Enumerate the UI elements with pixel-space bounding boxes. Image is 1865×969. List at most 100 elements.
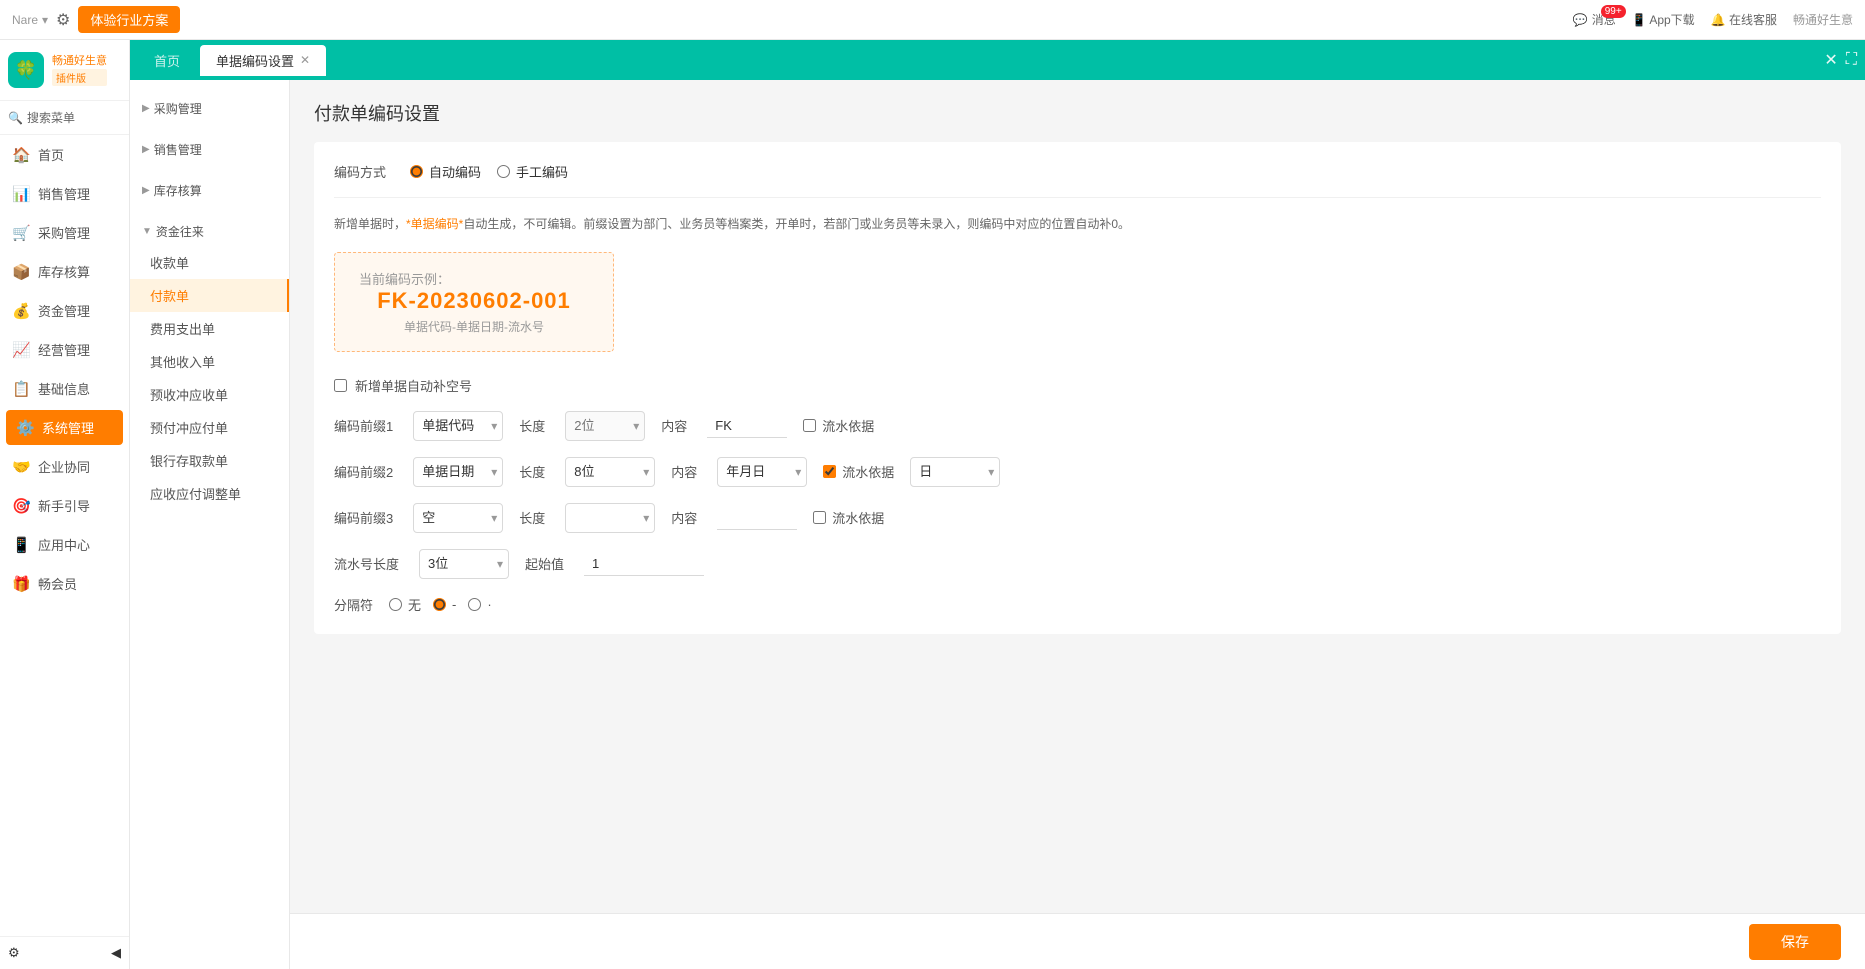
len2-label: 长度 xyxy=(519,462,545,481)
member-icon: 🎁 xyxy=(12,575,30,593)
len1-select-wrapper xyxy=(565,411,645,441)
sidebar-label-sales: 销售管理 xyxy=(38,184,90,203)
sep-dot-label: · xyxy=(487,597,491,612)
online-service-button[interactable]: 🔔 在线客服 xyxy=(1711,11,1777,28)
serial2-unit-wrapper: 日 月 年 xyxy=(910,457,1000,487)
sidebar: 🍀 畅通好生意 插件版 🔍 搜索菜单 🏠 首页 📊 销售管理 🛒 采购管理 xyxy=(0,40,130,969)
settings-icon[interactable]: ⚙ xyxy=(8,945,20,961)
prefix3-row: 编码前缀3 空 单据代码 单据日期 长度 xyxy=(334,503,1821,533)
serial3-checkbox[interactable]: 流水依据 xyxy=(813,508,884,527)
sidebar-label-guide: 新手引导 xyxy=(38,496,90,515)
len3-select[interactable] xyxy=(565,503,655,533)
sep-none-input[interactable] xyxy=(389,598,402,611)
group-purchase-title[interactable]: ▶ 采购管理 xyxy=(130,94,289,123)
sidebar-item-system[interactable]: ⚙️ 系统管理 xyxy=(6,410,123,445)
sep-dash-radio[interactable]: - xyxy=(433,597,456,612)
prefix2-select[interactable]: 单据日期 单据代码 空 xyxy=(413,457,503,487)
sec-item-receipt[interactable]: 收款单 xyxy=(130,246,289,279)
encode-method-row: 编码方式 自动编码 手工编码 xyxy=(334,162,1821,198)
group-sales-label: 销售管理 xyxy=(154,141,202,158)
operations-icon: 📈 xyxy=(12,341,30,359)
serial2-label: 流水依据 xyxy=(842,462,894,481)
sidebar-item-operations[interactable]: 📈 经营管理 xyxy=(0,330,129,369)
tab-encode-settings[interactable]: 单据编码设置 ✕ xyxy=(200,45,326,76)
sidebar-label-purchase: 采购管理 xyxy=(38,223,90,242)
app-download-button[interactable]: 📱 App下载 xyxy=(1632,11,1695,28)
sep-dash-input[interactable] xyxy=(433,598,446,611)
group-inventory-title[interactable]: ▶ 库存核算 xyxy=(130,176,289,205)
minimize-icon[interactable]: ✕ xyxy=(1824,50,1837,70)
sidebar-item-member[interactable]: 🎁 畅会员 xyxy=(0,564,129,603)
top-bar-left: Nare ▾ ⚙ 体验行业方案 xyxy=(12,6,180,33)
tab-encode-label: 单据编码设置 xyxy=(216,51,294,70)
company-selector[interactable]: Nare ▾ xyxy=(12,13,48,27)
sec-item-expense[interactable]: 费用支出单 xyxy=(130,312,289,345)
serial2-checkbox-input[interactable] xyxy=(823,465,836,478)
sidebar-label-finance: 资金管理 xyxy=(38,301,90,320)
sidebar-item-base-info[interactable]: 📋 基础信息 xyxy=(0,369,129,408)
tab-close-icon[interactable]: ✕ xyxy=(300,53,310,67)
sidebar-item-finance[interactable]: 💰 资金管理 xyxy=(0,291,129,330)
sep-none-radio[interactable]: 无 xyxy=(389,595,421,614)
home-icon: 🏠 xyxy=(12,146,30,164)
message-badge: 99+ xyxy=(1601,5,1626,18)
second-sidebar: ▶ 采购管理 ▶ 销售管理 ▶ 库存核算 xyxy=(130,80,290,969)
len2-select[interactable]: 8位 6位 xyxy=(565,457,655,487)
trial-button[interactable]: 体验行业方案 xyxy=(78,6,180,33)
sec-item-pre-pay[interactable]: 预付冲应付单 xyxy=(130,411,289,444)
sec-item-ar-ap-adjust[interactable]: 应收应付调整单 xyxy=(130,477,289,510)
search-menu[interactable]: 🔍 搜索菜单 xyxy=(0,101,129,135)
guide-icon: 🎯 xyxy=(12,497,30,515)
sidebar-item-home[interactable]: 🏠 首页 xyxy=(0,135,129,174)
auto-encode-label: 自动编码 xyxy=(429,162,481,181)
collapse-icon[interactable]: ◀ xyxy=(111,945,121,961)
auto-fill-checkbox[interactable] xyxy=(334,379,347,392)
sec-item-pre-receive[interactable]: 预收冲应收单 xyxy=(130,378,289,411)
sec-item-other-income[interactable]: 其他收入单 xyxy=(130,345,289,378)
serial1-checkbox-input[interactable] xyxy=(803,419,816,432)
serial3-checkbox-input[interactable] xyxy=(813,511,826,524)
save-button[interactable]: 保存 xyxy=(1749,924,1841,960)
tab-home[interactable]: 首页 xyxy=(138,45,196,76)
auto-encode-input[interactable] xyxy=(410,165,423,178)
sidebar-label-operations: 经营管理 xyxy=(38,340,90,359)
sidebar-item-guide[interactable]: 🎯 新手引导 xyxy=(0,486,129,525)
start-input[interactable] xyxy=(584,552,704,576)
sep-dot-input[interactable] xyxy=(468,598,481,611)
serial-len-select[interactable]: 3位 4位 5位 xyxy=(419,549,509,579)
sep-dot-radio[interactable]: · xyxy=(468,597,491,612)
radio-group: 自动编码 手工编码 xyxy=(410,162,568,181)
prefix3-select[interactable]: 空 单据代码 单据日期 xyxy=(413,503,503,533)
purchase-icon: 🛒 xyxy=(12,224,30,242)
manual-encode-radio[interactable]: 手工编码 xyxy=(497,162,568,181)
sidebar-item-purchase[interactable]: 🛒 采购管理 xyxy=(0,213,129,252)
serial-len-select-wrapper: 3位 4位 5位 xyxy=(419,549,509,579)
prefix1-select[interactable]: 单据代码 单据日期 空 xyxy=(413,411,503,441)
auto-encode-radio[interactable]: 自动编码 xyxy=(410,162,481,181)
sidebar-item-inventory[interactable]: 📦 库存核算 xyxy=(0,252,129,291)
message-button[interactable]: 💬 消息 99+ xyxy=(1573,11,1616,28)
main-layout: 🍀 畅通好生意 插件版 🔍 搜索菜单 🏠 首页 📊 销售管理 🛒 采购管理 xyxy=(0,40,1865,969)
manual-encode-input[interactable] xyxy=(497,165,510,178)
gear-icon[interactable]: ⚙ xyxy=(56,10,70,30)
group-capital-title[interactable]: ▼ 资金往来 xyxy=(130,217,289,246)
maximize-icon[interactable]: ⛶ xyxy=(1846,51,1857,69)
prefix1-label: 编码前缀1 xyxy=(334,416,393,435)
encode-method-label: 编码方式 xyxy=(334,162,386,181)
group-sales-title[interactable]: ▶ 销售管理 xyxy=(130,135,289,164)
separator-label: 分隔符 xyxy=(334,595,373,614)
auto-fill-row: 新增单据自动补空号 xyxy=(334,376,1821,395)
sidebar-item-enterprise[interactable]: 🤝 企业协同 xyxy=(0,447,129,486)
sidebar-item-sales[interactable]: 📊 销售管理 xyxy=(0,174,129,213)
serial2-unit-select[interactable]: 日 月 年 xyxy=(910,457,1000,487)
sec-item-bank[interactable]: 银行存取款单 xyxy=(130,444,289,477)
len1-input[interactable] xyxy=(565,411,645,441)
sidebar-item-app-center[interactable]: 📱 应用中心 xyxy=(0,525,129,564)
serial1-checkbox[interactable]: 流水依据 xyxy=(803,416,874,435)
sec-item-payment[interactable]: 付款单 xyxy=(130,279,289,312)
serial2-checkbox[interactable]: 流水依据 xyxy=(823,462,894,481)
content2-select[interactable]: 年月日 年月 年 xyxy=(717,457,807,487)
serial-row: 流水号长度 3位 4位 5位 起始值 xyxy=(334,549,1821,579)
search-label: 搜索菜单 xyxy=(27,109,75,126)
serial1-label: 流水依据 xyxy=(822,416,874,435)
